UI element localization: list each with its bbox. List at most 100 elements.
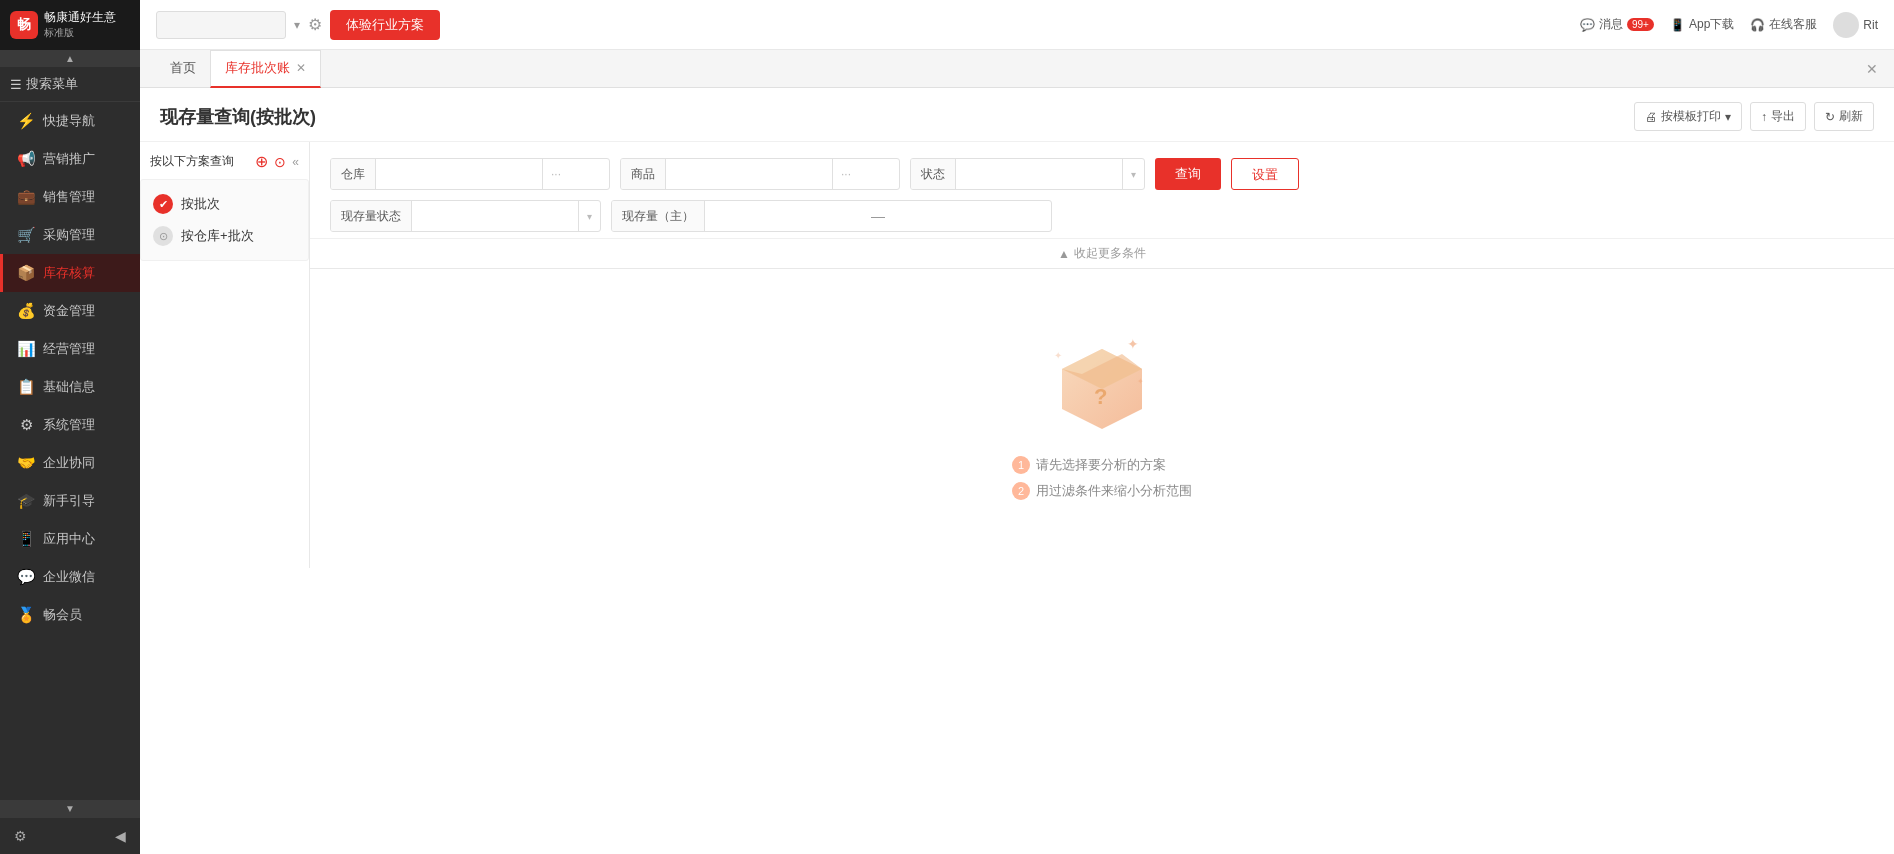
footer-settings-icon[interactable]: ⚙: [14, 828, 27, 844]
service-icon: 🎧: [1750, 18, 1765, 32]
inventory-icon: 📦: [17, 264, 35, 282]
inventory-qty-to-input[interactable]: [885, 209, 1051, 223]
sidebar-item-wecom[interactable]: 💬 企业微信: [0, 558, 140, 596]
collapse-row: ▲ 收起更多条件: [310, 238, 1894, 268]
topbar-dropdown-icon[interactable]: ▾: [294, 18, 300, 32]
sidebar-scroll-down[interactable]: ▼: [0, 800, 140, 817]
svg-text:✦: ✦: [1054, 350, 1062, 361]
topbar-search-input[interactable]: [156, 11, 286, 39]
status-input[interactable]: [956, 167, 1122, 181]
export-label: 导出: [1771, 108, 1795, 125]
basic-icon: 📋: [17, 378, 35, 396]
query-btn[interactable]: 查询: [1155, 158, 1221, 190]
sidebar-item-label: 畅会员: [43, 606, 82, 624]
right-panel: 仓库 ··· 商品 ··· 状态: [310, 142, 1894, 568]
sidebar-item-finance[interactable]: 💰 资金管理: [0, 292, 140, 330]
scheme-warehouse-batch-label: 按仓库+批次: [181, 227, 254, 245]
avatar: [1833, 12, 1859, 38]
notice-btn[interactable]: 💬 消息 99+: [1580, 16, 1654, 33]
warehouse-dots-icon[interactable]: ···: [542, 159, 569, 189]
export-icon: ↑: [1761, 110, 1767, 124]
empty-state: ? ✦ ✦ ✦ 1 请先选择要分析的方案: [310, 269, 1894, 568]
notice-label: 消息: [1599, 16, 1623, 33]
scheme-list: ✔ 按批次 ⊙ 按仓库+批次: [140, 179, 309, 261]
product-input[interactable]: [666, 167, 832, 181]
empty-svg: ? ✦ ✦ ✦: [1042, 329, 1162, 429]
sidebar-item-label: 采购管理: [43, 226, 95, 244]
sidebar-item-label: 企业微信: [43, 568, 95, 586]
inventory-status-arrow-icon[interactable]: ▾: [578, 201, 600, 231]
sidebar-item-inventory[interactable]: 📦 库存核算: [0, 254, 140, 292]
page-container: 现存量查询(按批次) 🖨 按模板打印 ▾ ↑ 导出 ↻ 刷新: [140, 88, 1894, 854]
inventory-qty-from-input[interactable]: [705, 209, 871, 223]
topbar-right: 💬 消息 99+ 📱 App下载 🎧 在线客服 Rit: [1580, 12, 1878, 38]
scheme-warehouse-batch-icon: ⊙: [153, 226, 173, 246]
sidebar-item-business[interactable]: 📊 经营管理: [0, 330, 140, 368]
sidebar-item-label: 企业协同: [43, 454, 95, 472]
collapse-btn[interactable]: ▲ 收起更多条件: [1058, 245, 1146, 262]
qty-dash: —: [871, 208, 885, 224]
scheme-panel: 按以下方案查询 ⊕ ⊙ « ✔ 按批次 ⊙: [140, 142, 310, 568]
topbar: ▾ ⚙ 体验行业方案 💬 消息 99+ 📱 App下载 🎧 在线客服 Rit: [140, 0, 1894, 50]
warehouse-field: 仓库 ···: [330, 158, 610, 190]
online-service-btn[interactable]: 🎧 在线客服: [1750, 16, 1817, 33]
status-arrow-icon[interactable]: ▾: [1122, 159, 1144, 189]
add-scheme-icon[interactable]: ⊕: [255, 152, 268, 171]
footer-collapse-icon[interactable]: ◀: [115, 828, 126, 844]
tab-home-label: 首页: [170, 59, 196, 77]
user-menu[interactable]: Rit: [1833, 12, 1878, 38]
export-btn[interactable]: ↑ 导出: [1750, 102, 1806, 131]
sidebar-item-quicknav[interactable]: ⚡ 快捷导航: [0, 102, 140, 140]
sidebar-item-label: 快捷导航: [43, 112, 95, 130]
filter-settings-btn[interactable]: 设置: [1231, 158, 1299, 190]
tab-inventory-label: 库存批次账: [225, 59, 290, 77]
inventory-status-input[interactable]: [412, 209, 578, 223]
app-download-btn[interactable]: 📱 App下载: [1670, 16, 1734, 33]
refresh-btn[interactable]: ↻ 刷新: [1814, 102, 1874, 131]
product-dots-icon[interactable]: ···: [832, 159, 859, 189]
sidebar-item-collab[interactable]: 🤝 企业协同: [0, 444, 140, 482]
sidebar-item-marketing[interactable]: 📢 营销推广: [0, 140, 140, 178]
inventory-qty-label: 现存量（主）: [612, 201, 705, 231]
product-label: 商品: [621, 159, 666, 189]
print-label: 按模板打印: [1661, 108, 1721, 125]
scheme-item-batch[interactable]: ✔ 按批次: [141, 188, 308, 220]
sidebar-item-sales[interactable]: 💼 销售管理: [0, 178, 140, 216]
filter-row2: 现存量状态 ▾ 现存量（主） —: [310, 190, 1894, 232]
scheme-batch-icon: ✔: [153, 194, 173, 214]
inventory-status-label: 现存量状态: [331, 201, 412, 231]
notice-badge: 99+: [1627, 18, 1654, 31]
empty-tip-2: 2 用过滤条件来缩小分析范围: [1012, 482, 1192, 500]
warehouse-label: 仓库: [331, 159, 376, 189]
inventory-qty-field: 现存量（主） —: [611, 200, 1052, 232]
tab-close-main-icon[interactable]: ✕: [1866, 61, 1878, 77]
scheme-item-warehouse-batch[interactable]: ⊙ 按仓库+批次: [141, 220, 308, 252]
sidebar-search[interactable]: ☰ 搜索菜单: [0, 67, 140, 102]
sidebar-item-purchase[interactable]: 🛒 采购管理: [0, 216, 140, 254]
sidebar-item-label: 资金管理: [43, 302, 95, 320]
sidebar-item-member[interactable]: 🏅 畅会员: [0, 596, 140, 634]
sidebar-item-basic[interactable]: 📋 基础信息: [0, 368, 140, 406]
tab-home[interactable]: 首页: [156, 50, 210, 88]
tip-text-2: 用过滤条件来缩小分析范围: [1036, 482, 1192, 500]
experience-btn[interactable]: 体验行业方案: [330, 10, 440, 40]
tabs-bar: 首页 库存批次账 ✕ ✕: [140, 50, 1894, 88]
sidebar-item-system[interactable]: ⚙ 系统管理: [0, 406, 140, 444]
sidebar-item-newbie[interactable]: 🎓 新手引导: [0, 482, 140, 520]
sidebar-item-appstore[interactable]: 📱 应用中心: [0, 520, 140, 558]
business-icon: 📊: [17, 340, 35, 358]
tab-inventory-batch[interactable]: 库存批次账 ✕: [210, 50, 321, 88]
sidebar-scroll-up[interactable]: ▲: [0, 50, 140, 67]
tab-close-icon[interactable]: ✕: [296, 61, 306, 75]
main-area: ▾ ⚙ 体验行业方案 💬 消息 99+ 📱 App下载 🎧 在线客服 Rit: [140, 0, 1894, 854]
content-area: 现存量查询(按批次) 🖨 按模板打印 ▾ ↑ 导出 ↻ 刷新: [140, 88, 1894, 854]
collapse-scheme-icon[interactable]: «: [292, 155, 299, 169]
print-btn[interactable]: 🖨 按模板打印 ▾: [1634, 102, 1742, 131]
inventory-status-field: 现存量状态 ▾: [330, 200, 601, 232]
service-label: 在线客服: [1769, 16, 1817, 33]
status-field: 状态 ▾: [910, 158, 1145, 190]
warehouse-input[interactable]: [376, 167, 542, 181]
settings-scheme-icon[interactable]: ⊙: [274, 154, 286, 170]
sidebar-item-label: 基础信息: [43, 378, 95, 396]
topbar-settings-icon[interactable]: ⚙: [308, 15, 322, 34]
